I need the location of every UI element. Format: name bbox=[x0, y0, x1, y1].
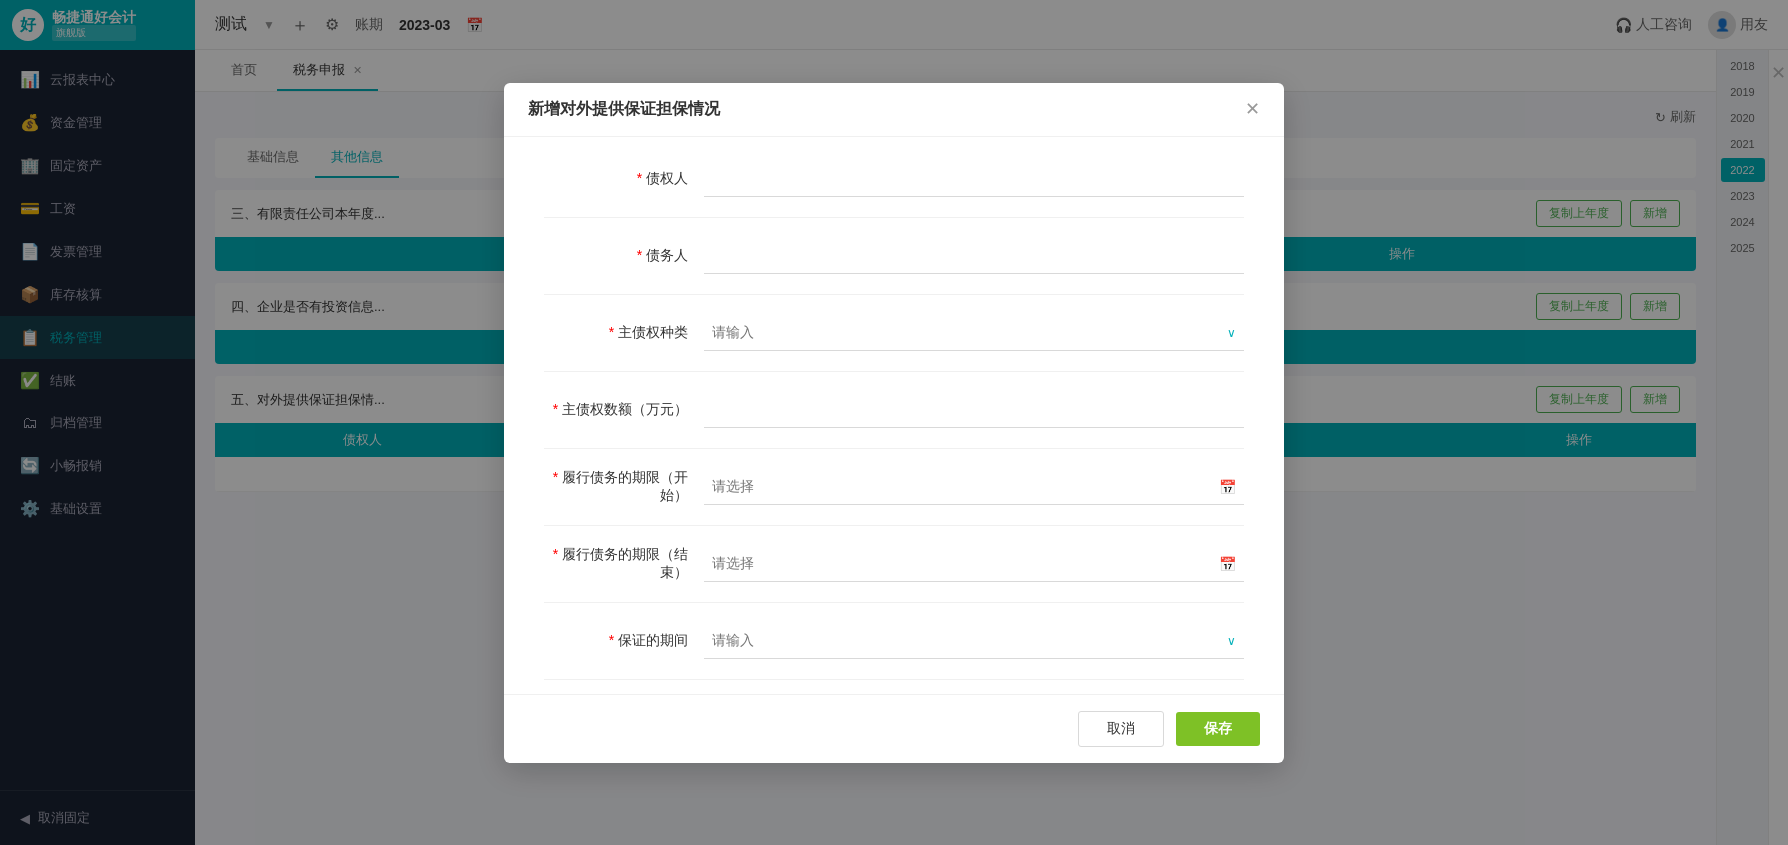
input-end-date[interactable] bbox=[704, 546, 1244, 582]
select-guarantee-period[interactable] bbox=[704, 623, 1244, 659]
label-debtor: * 债务人 bbox=[544, 247, 704, 265]
form-row-creditor: * 债权人 bbox=[544, 161, 1244, 218]
dialog-title: 新增对外提供保证担保情况 bbox=[528, 99, 720, 120]
dialog-footer: 取消 保存 bbox=[504, 694, 1284, 763]
label-debt-amount: * 主债权数额（万元） bbox=[544, 401, 704, 419]
save-button[interactable]: 保存 bbox=[1176, 712, 1260, 746]
input-creditor[interactable] bbox=[704, 161, 1244, 197]
label-end-date: * 履行债务的期限（结束） bbox=[544, 546, 704, 582]
date-wrap-end: 📅 bbox=[704, 546, 1244, 582]
label-debt-type: * 主债权种类 bbox=[544, 324, 704, 342]
input-debtor[interactable] bbox=[704, 238, 1244, 274]
form-row-debtor: * 债务人 bbox=[544, 238, 1244, 295]
select-wrap-guarantee-period: ∨ bbox=[704, 623, 1244, 659]
label-guarantee-period: * 保证的期间 bbox=[544, 632, 704, 650]
label-creditor: * 债权人 bbox=[544, 170, 704, 188]
input-start-date[interactable] bbox=[704, 469, 1244, 505]
label-start-date: * 履行债务的期限（开始） bbox=[544, 469, 704, 505]
calendar-end-icon[interactable]: 📅 bbox=[1219, 556, 1236, 572]
dialog-close-button[interactable]: ✕ bbox=[1245, 100, 1260, 118]
form-row-end-date: * 履行债务的期限（结束） 📅 bbox=[544, 546, 1244, 603]
form-row-guarantee-period: * 保证的期间 ∨ bbox=[544, 623, 1244, 680]
input-debt-amount[interactable] bbox=[704, 392, 1244, 428]
calendar-start-icon[interactable]: 📅 bbox=[1219, 479, 1236, 495]
dialog-overlay: 新增对外提供保证担保情况 ✕ * 债权人 * 债务人 bbox=[0, 0, 1788, 845]
dialog-body: * 债权人 * 债务人 * 主债权种类 bbox=[504, 137, 1284, 694]
form-row-start-date: * 履行债务的期限（开始） 📅 bbox=[544, 469, 1244, 526]
dialog: 新增对外提供保证担保情况 ✕ * 债权人 * 债务人 bbox=[504, 83, 1284, 763]
cancel-button[interactable]: 取消 bbox=[1078, 711, 1164, 747]
select-debt-type[interactable] bbox=[704, 315, 1244, 351]
form-row-debt-type: * 主债权种类 ∨ bbox=[544, 315, 1244, 372]
dialog-header: 新增对外提供保证担保情况 ✕ bbox=[504, 83, 1284, 137]
select-wrap-debt-type: ∨ bbox=[704, 315, 1244, 351]
form-row-debt-amount: * 主债权数额（万元） bbox=[544, 392, 1244, 449]
date-wrap-start: 📅 bbox=[704, 469, 1244, 505]
